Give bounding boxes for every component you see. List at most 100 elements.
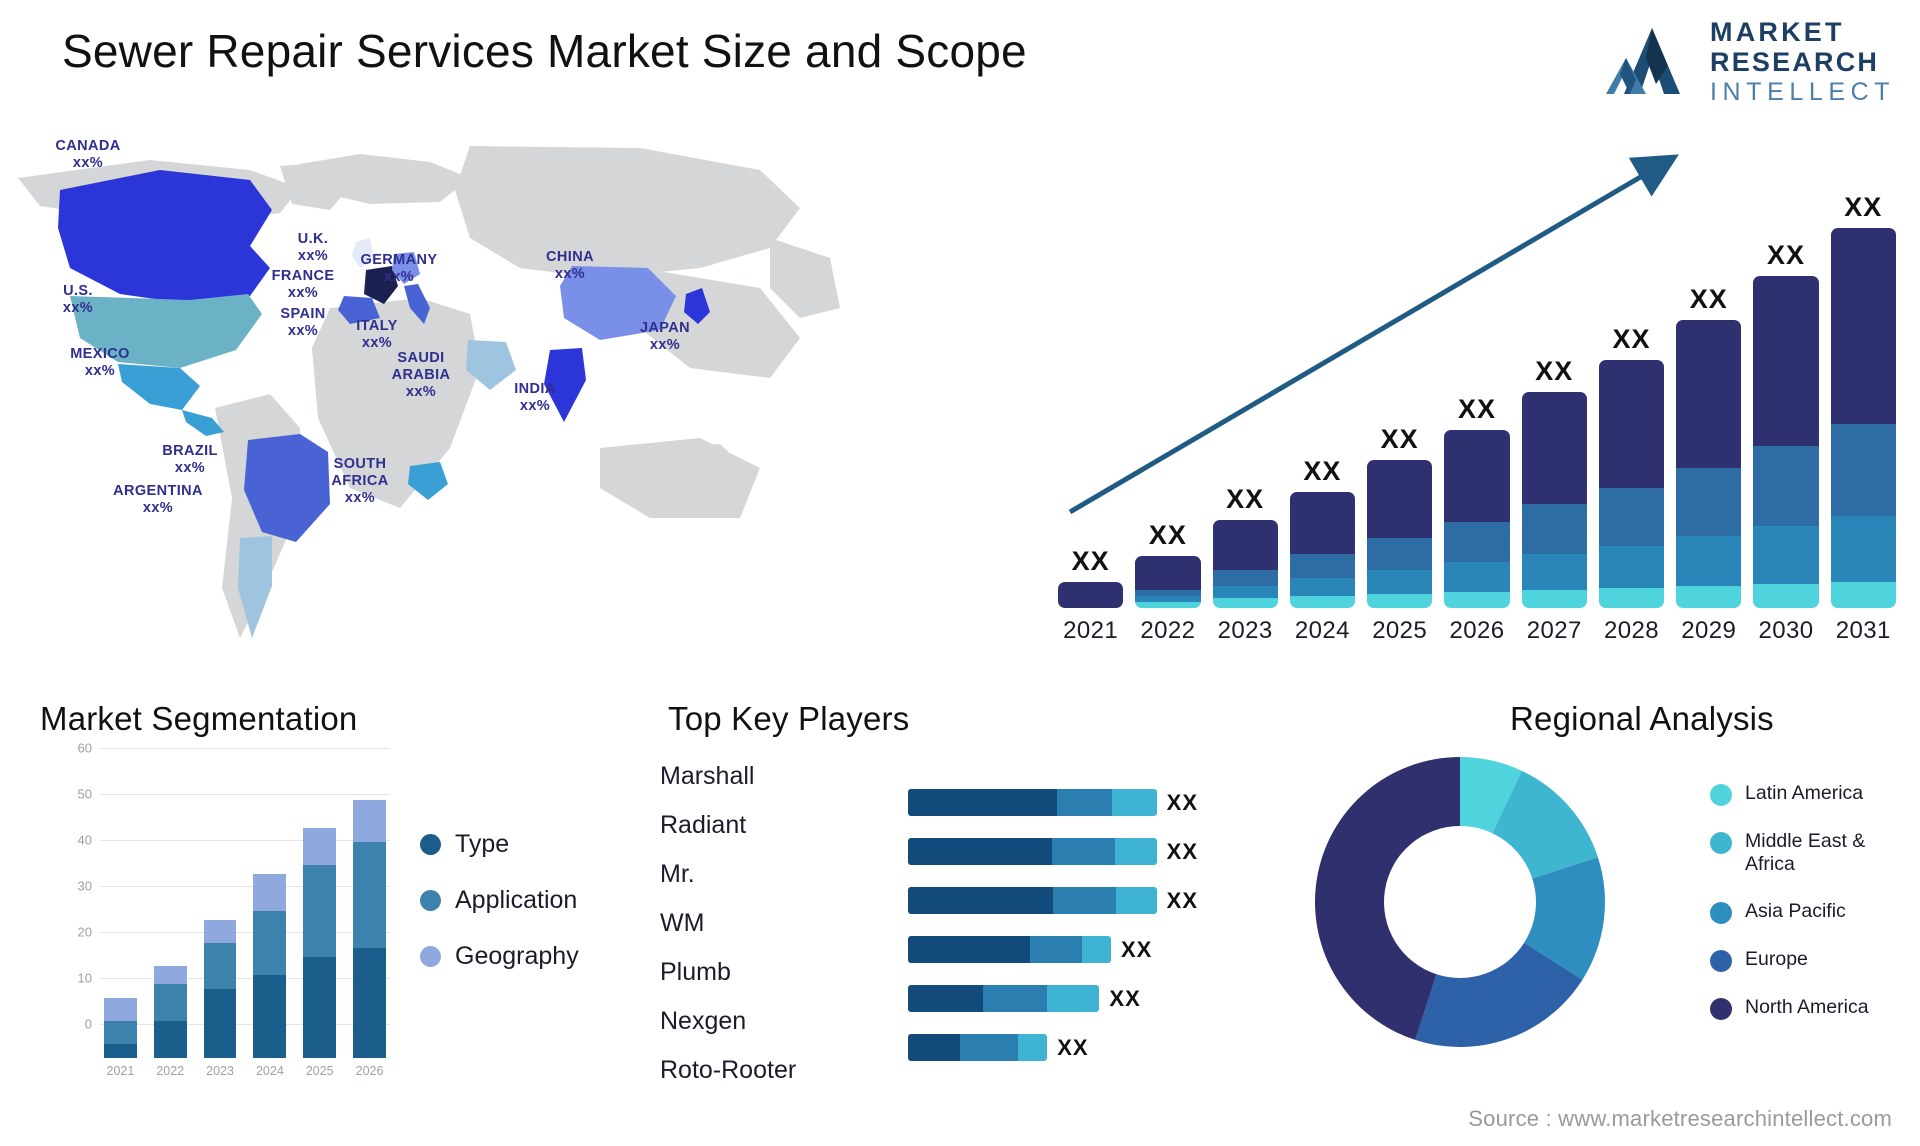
regional-legend-item[interactable]: Middle East & Africa: [1710, 830, 1869, 876]
forecast-bar-segment: [1367, 538, 1433, 570]
forecast-bar-year: 2026: [1449, 617, 1505, 644]
segmentation-bar-column: 2021: [104, 782, 137, 1078]
map-label-u.s.: U.S. xx%: [63, 283, 93, 317]
forecast-bar-segment: [1598, 488, 1665, 546]
market-segmentation-panel: Market Segmentation 60 50 40 30 20 10 0 2021 202…: [40, 700, 640, 1120]
map-label-japan: JAPAN xx%: [640, 320, 690, 354]
forecast-bar-year: 2021: [1063, 617, 1119, 644]
segmentation-bar-stack: [104, 998, 137, 1058]
map-label-value: xx%: [84, 363, 116, 380]
key-player-bar-row: XX: [908, 925, 1198, 974]
forecast-bar-segment: [1212, 598, 1278, 608]
map-label-name: U.K.: [297, 231, 329, 247]
forecast-bar-segment: [1676, 468, 1742, 536]
map-label-name: SAUDI ARABIA: [391, 350, 451, 384]
segmentation-legend-item[interactable]: Application: [420, 886, 579, 915]
forecast-bar-segment: [1289, 596, 1356, 608]
forecast-bar-stack: [1753, 276, 1819, 608]
forecast-bar-value: XX: [1689, 284, 1728, 314]
forecast-bars: XX 2021 XX 2022 XX 2023 XX 2024 XX 2025 XX 2026 XX 20…: [1058, 192, 1896, 644]
segmentation-bar-segment: [253, 910, 287, 976]
map-label-name: GERMANY: [360, 252, 438, 268]
forecast-bar-value: XX: [1457, 394, 1496, 424]
forecast-bar-segment: [1058, 582, 1124, 608]
forecast-bar-year: 2028: [1603, 617, 1659, 644]
regional-analysis-title: Regional Analysis: [1510, 700, 1774, 737]
map-label-name: BRAZIL: [162, 443, 218, 459]
key-player-bar-value: XX: [1166, 789, 1198, 815]
segmentation-legend-label: Type: [455, 830, 510, 858]
map-label-canada: CANADA xx%: [55, 138, 120, 172]
segmentation-y-tick: 60: [77, 740, 92, 756]
key-player-bar-segment: [908, 887, 1053, 914]
segmentation-bar-year: 2023: [206, 1064, 234, 1078]
segmentation-bar-column: 2023: [203, 782, 237, 1078]
forecast-bar-segment: [1753, 584, 1819, 608]
map-label-value: xx%: [287, 323, 319, 340]
forecast-bar-value: XX: [1071, 546, 1110, 576]
key-player-bar-segment: [1018, 1034, 1048, 1061]
forecast-bar-stack: [1521, 392, 1587, 608]
regional-legend-item[interactable]: Asia Pacific: [1710, 900, 1869, 924]
segmentation-bar-segment: [203, 920, 237, 943]
map-label-spain: SPAIN xx%: [280, 306, 325, 340]
segmentation-bar-segment: [104, 1021, 137, 1045]
key-player-bar-row: XX: [908, 1023, 1198, 1072]
segmentation-gridline: [100, 748, 390, 749]
key-player-bar: [908, 887, 1157, 914]
segmentation-legend-item[interactable]: Type: [420, 830, 579, 859]
regional-legend-item[interactable]: Latin America: [1710, 782, 1869, 806]
forecast-bar-stack: [1444, 430, 1510, 608]
segmentation-bar-segment: [353, 947, 386, 1058]
legend-dot-icon: [1710, 950, 1732, 972]
forecast-bar-segment: [1289, 554, 1356, 578]
forecast-bar-stack: [1289, 492, 1356, 608]
key-player-name: Radiant: [660, 811, 747, 839]
segmentation-bar-stack: [203, 920, 237, 1058]
forecast-bar-value: XX: [1612, 324, 1651, 354]
segmentation-bar-year: 2022: [156, 1064, 185, 1078]
regional-legend-label: Asia Pacific: [1745, 900, 1846, 922]
key-player-bar-row: XX: [908, 974, 1198, 1023]
legend-dot-icon: [420, 946, 441, 967]
forecast-bar-segment: [1212, 586, 1278, 598]
map-label-name: INDIA: [514, 381, 556, 397]
segmentation-bar-segment: [203, 989, 237, 1058]
map-label-value: xx%: [383, 269, 415, 286]
forecast-bar-column: XX 2028: [1598, 324, 1665, 644]
segmentation-bar-segment: [104, 1044, 137, 1058]
segmentation-legend-item[interactable]: Geography: [420, 942, 579, 971]
map-country-mexico: [118, 364, 200, 410]
segmentation-bar-segment: [303, 956, 337, 1058]
regional-legend-label: Europe: [1745, 948, 1808, 970]
regional-legend-item[interactable]: North America: [1710, 996, 1869, 1020]
forecast-bar-chart: XX 2021 XX 2022 XX 2023 XX 2024 XX 2025 XX 2026 XX 20…: [1030, 140, 1910, 670]
segmentation-bar-stack: [153, 966, 187, 1058]
segmentation-bar-column: 2026: [353, 782, 386, 1078]
forecast-bar-value: XX: [1535, 356, 1574, 386]
forecast-bar-year: 2029: [1681, 617, 1737, 644]
forecast-bar-segment: [1212, 570, 1278, 586]
map-label-value: xx%: [405, 384, 437, 401]
map-label-value: xx%: [344, 490, 376, 507]
regional-legend-item[interactable]: Europe: [1710, 948, 1869, 972]
key-player-bar-value: XX: [1166, 838, 1198, 864]
regional-analysis-legend: Latin America Middle East & Africa Asia Pa…: [1710, 782, 1869, 1044]
forecast-bar-stack: [1135, 556, 1201, 608]
key-player-bar-row: XX: [908, 876, 1198, 925]
map-label-china: CHINA xx%: [546, 249, 594, 283]
segmentation-y-tick: 30: [77, 878, 92, 894]
forecast-bar-segment: [1289, 578, 1356, 596]
forecast-bar-segment: [1676, 320, 1742, 468]
segmentation-bar-year: 2025: [305, 1064, 334, 1078]
mountain-logo-icon: [1606, 28, 1680, 94]
forecast-bar-segment: [1367, 594, 1433, 608]
legend-dot-icon: [1710, 998, 1732, 1020]
segmentation-bar-segment: [153, 966, 187, 985]
map-label-saudi-arabia: SAUDI ARABIA xx%: [392, 350, 451, 401]
map-label-u.k.: U.K. xx%: [298, 231, 329, 265]
forecast-bar-value: XX: [1303, 456, 1342, 486]
forecast-bar-stack: [1367, 460, 1433, 608]
top-key-players-title: Top Key Players: [668, 700, 910, 737]
world-map-panel: CANADA xx% U.S. xx% MEXICO xx% BRAZIL xx% ARGENT…: [0, 118, 880, 678]
